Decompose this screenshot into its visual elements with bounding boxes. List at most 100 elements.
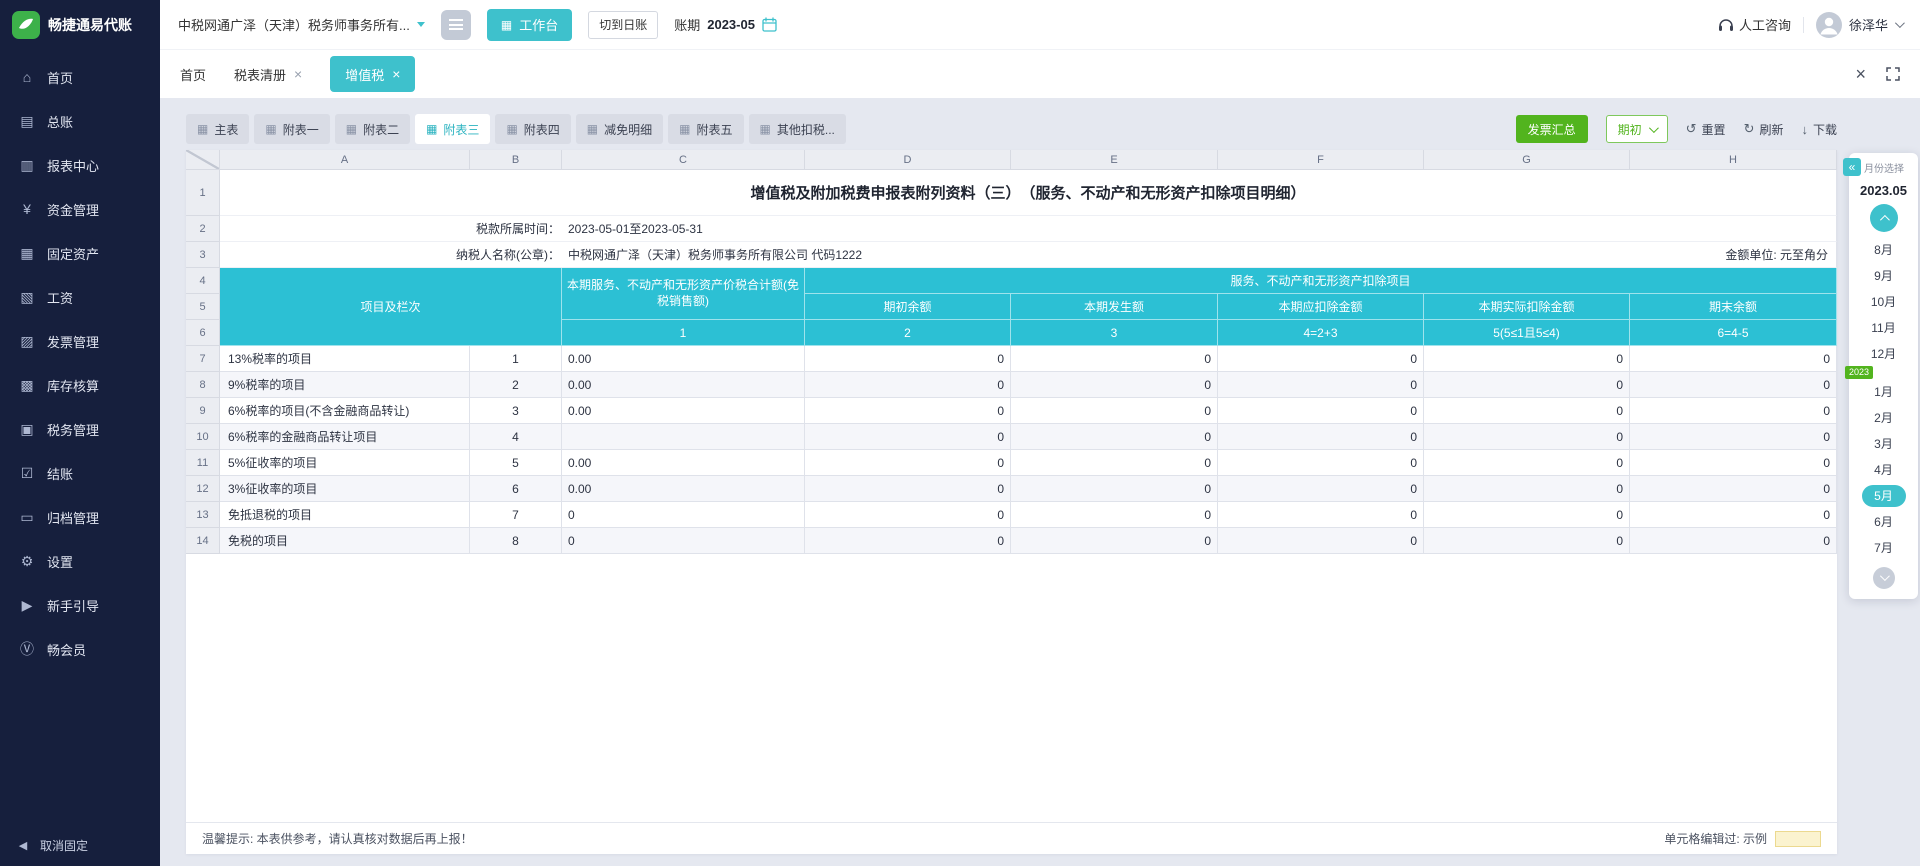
cell-value[interactable]: 0 <box>1630 450 1837 476</box>
cell-value[interactable]: 0 <box>1218 502 1424 528</box>
cell-value[interactable]: 0 <box>1630 476 1837 502</box>
cell-value[interactable]: 0 <box>1218 372 1424 398</box>
cell-value[interactable]: 0 <box>805 476 1011 502</box>
cell-value[interactable]: 0 <box>1218 398 1424 424</box>
cell-value[interactable]: 0 <box>1424 372 1630 398</box>
cell-value[interactable]: 0 <box>1424 450 1630 476</box>
sidebar-item-invoice-management[interactable]: ▨ 发票管理 <box>0 319 160 363</box>
month-item[interactable]: 11月 <box>1849 314 1918 340</box>
cell-value[interactable]: 0 <box>1218 346 1424 372</box>
cell-value[interactable]: 0 <box>1218 476 1424 502</box>
row-number[interactable]: 13 <box>186 502 220 528</box>
row-number[interactable]: 9 <box>186 398 220 424</box>
switch-daily-button[interactable]: 切到日账 <box>588 10 659 39</box>
cell-value[interactable]: 0 <box>1011 424 1218 450</box>
close-tab-icon[interactable]: × <box>392 67 400 81</box>
scroll-up-button[interactable] <box>1869 204 1898 232</box>
subtab-6[interactable]: ▦ 附表五 <box>668 114 744 144</box>
tab-2[interactable]: 增值税 × <box>330 56 416 92</box>
cell-value[interactable]: 0 <box>1424 528 1630 554</box>
month-item[interactable]: 1月 <box>1849 379 1918 405</box>
cell-value[interactable]: 0 <box>1218 528 1424 554</box>
month-item[interactable]: 3月 <box>1849 431 1918 457</box>
cell-line-no[interactable]: 8 <box>470 528 562 554</box>
subtab-3[interactable]: ▦ 附表三 <box>415 114 491 144</box>
cell-value[interactable]: 0 <box>1630 528 1837 554</box>
close-tab-icon[interactable]: × <box>294 67 302 81</box>
cell-value[interactable]: 0 <box>1630 502 1837 528</box>
row-number[interactable]: 2 <box>186 216 220 242</box>
cell-value[interactable]: 0.00 <box>562 372 805 398</box>
sidebar-item-archive-management[interactable]: ▭ 归档管理 <box>0 495 160 539</box>
scroll-down-button[interactable] <box>1872 566 1895 589</box>
cell-value[interactable]: 0 <box>1011 346 1218 372</box>
row-number[interactable]: 11 <box>186 450 220 476</box>
cell-value[interactable]: 0 <box>1630 346 1837 372</box>
cell-value[interactable]: 0 <box>1424 502 1630 528</box>
month-item[interactable]: 2月 <box>1849 405 1918 431</box>
cell-value[interactable]: 0 <box>1011 528 1218 554</box>
cell-value[interactable]: 0 <box>1011 398 1218 424</box>
cell-line-no[interactable]: 5 <box>470 450 562 476</box>
subtab-5[interactable]: ▦ 减免明细 <box>575 114 664 144</box>
sidebar-item-membership[interactable]: Ⓥ 畅会员 <box>0 627 160 671</box>
workbench-button[interactable]: ▦ 工作台 <box>486 8 573 41</box>
row-number[interactable]: 6 <box>186 320 220 346</box>
cell-value[interactable]: 0 <box>1218 450 1424 476</box>
row-number[interactable]: 12 <box>186 476 220 502</box>
cell-value[interactable]: 0.00 <box>562 476 805 502</box>
cell-line-no[interactable]: 4 <box>470 424 562 450</box>
sidebar-item-fund-management[interactable]: ¥ 资金管理 <box>0 187 160 231</box>
cell-line-no[interactable]: 1 <box>470 346 562 372</box>
cell-item-name[interactable]: 6%税率的金融商品转让项目 <box>220 424 470 450</box>
cell-line-no[interactable]: 2 <box>470 372 562 398</box>
sidebar-item-general-ledger[interactable]: ▤ 总账 <box>0 99 160 143</box>
row-number[interactable]: 4 <box>186 268 220 294</box>
cell-value[interactable]: 0 <box>805 398 1011 424</box>
month-item[interactable]: 8月 <box>1849 236 1918 262</box>
company-selector[interactable]: 中税网通广泽（天津）税务师事务所有... <box>178 15 425 34</box>
cell-item-name[interactable]: 9%税率的项目 <box>220 372 470 398</box>
cell-value[interactable]: 0 <box>1011 476 1218 502</box>
cell-value[interactable]: 0 <box>805 346 1011 372</box>
cell-value[interactable]: 0 <box>805 424 1011 450</box>
row-number[interactable]: 10 <box>186 424 220 450</box>
cell-value[interactable] <box>562 424 805 450</box>
sidebar-item-closing[interactable]: ☑ 结账 <box>0 451 160 495</box>
user-menu[interactable]: 徐泽华 <box>1815 11 1905 38</box>
cell-value[interactable]: 0 <box>562 528 805 554</box>
cell-value[interactable]: 0 <box>1424 398 1630 424</box>
row-number[interactable]: 3 <box>186 242 220 268</box>
cell-line-no[interactable]: 6 <box>470 476 562 502</box>
period-filter-button[interactable]: 期初 <box>1605 115 1668 143</box>
tab-1[interactable]: 税表清册 × <box>234 65 302 84</box>
reset-button[interactable]: ↺ 重置 <box>1686 121 1726 138</box>
column-letter[interactable]: A <box>220 150 470 170</box>
column-letter[interactable]: G <box>1424 150 1630 170</box>
row-number[interactable]: 8 <box>186 372 220 398</box>
support-button[interactable]: 人工咨询 <box>1718 15 1791 34</box>
cell-line-no[interactable]: 3 <box>470 398 562 424</box>
close-all-tabs-icon[interactable]: × <box>1855 65 1866 83</box>
tab-0[interactable]: 首页 <box>180 65 206 84</box>
month-item[interactable]: 4月 <box>1849 457 1918 483</box>
unpin-sidebar-button[interactable]: ◀ 取消固定 <box>0 824 160 866</box>
cell-value[interactable]: 0 <box>1011 450 1218 476</box>
period-value[interactable]: 2023-05 <box>707 17 755 32</box>
cell-value[interactable]: 0 <box>1218 424 1424 450</box>
cell-value[interactable]: 0 <box>562 502 805 528</box>
subtab-2[interactable]: ▦ 附表二 <box>334 114 411 144</box>
month-item[interactable]: 6月 <box>1849 509 1918 535</box>
refresh-button[interactable]: ↻ 刷新 <box>1744 121 1784 138</box>
column-letter[interactable]: H <box>1630 150 1837 170</box>
collapse-panel-button[interactable]: « <box>1843 158 1861 176</box>
subtab-7[interactable]: ▦ 其他扣税... <box>748 114 846 144</box>
cell-value[interactable]: 0 <box>1011 372 1218 398</box>
sidebar-item-inventory-accounting[interactable]: ▩ 库存核算 <box>0 363 160 407</box>
month-item[interactable]: 7月 <box>1849 535 1918 561</box>
select-all-corner[interactable] <box>186 150 220 170</box>
cell-value[interactable]: 0 <box>1011 502 1218 528</box>
cell-value[interactable]: 0 <box>805 502 1011 528</box>
column-letter[interactable]: E <box>1011 150 1218 170</box>
sidebar-item-tax-management[interactable]: ▣ 税务管理 <box>0 407 160 451</box>
